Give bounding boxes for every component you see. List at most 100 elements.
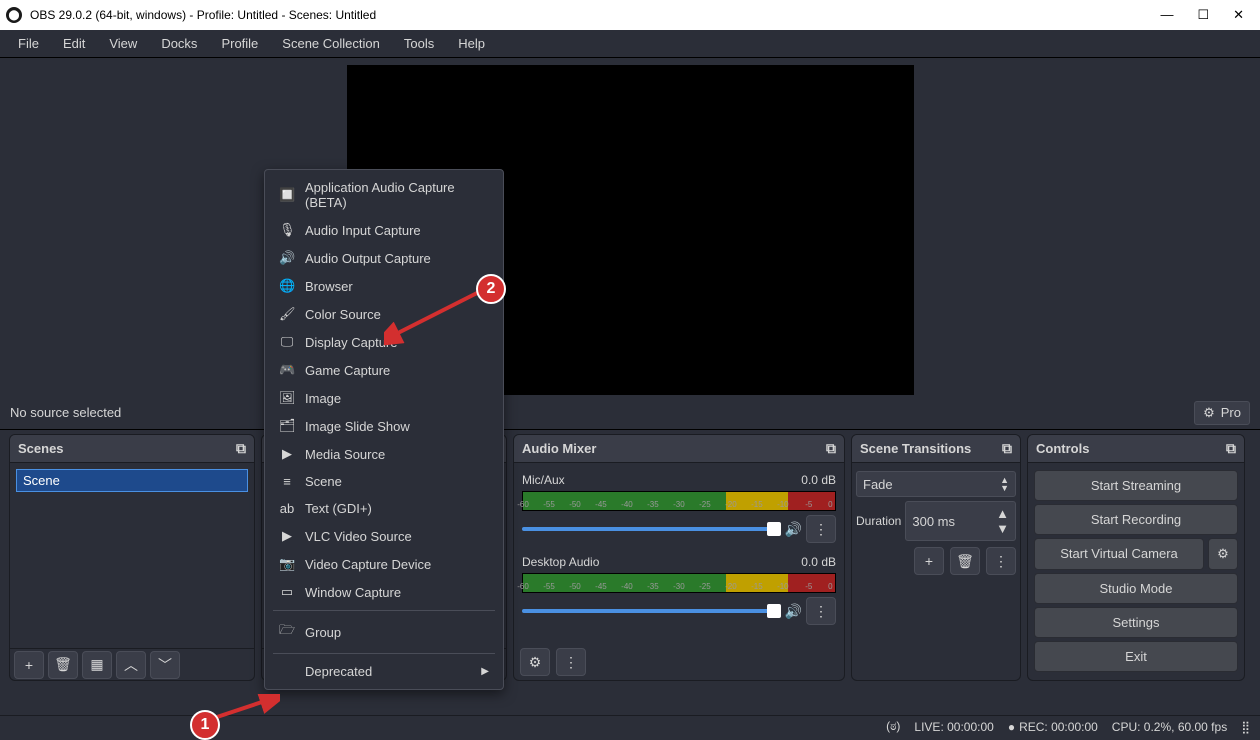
menu-edit[interactable]: Edit <box>51 32 97 55</box>
mixer-menu-button[interactable]: ⋮ <box>556 648 586 676</box>
transitions-panel: Scene Transitions ⧉ Fade ▲▼ Duration 300… <box>851 434 1021 681</box>
record-dot-icon: ● <box>1008 720 1015 734</box>
menu-help[interactable]: Help <box>446 32 497 55</box>
menu-file[interactable]: File <box>6 32 51 55</box>
menu-docks[interactable]: Docks <box>149 32 209 55</box>
annotation-step-1: 1 <box>190 710 220 740</box>
gear-icon: ⚙ <box>1203 405 1215 421</box>
menu-item-application-audio-capture-beta-[interactable]: 🔲Application Audio Capture (BETA) <box>265 174 503 216</box>
scenes-remove-button[interactable]: 🗑 <box>48 651 78 679</box>
menu-profile[interactable]: Profile <box>209 32 270 55</box>
settings-button[interactable]: Settings <box>1034 607 1238 638</box>
menu-item-window-capture[interactable]: ▭Window Capture <box>265 578 503 606</box>
exit-button[interactable]: Exit <box>1034 641 1238 672</box>
audio-channel-name: Desktop Audio <box>522 555 801 569</box>
transitions-title: Scene Transitions <box>860 441 971 456</box>
duration-label: Duration <box>856 514 901 528</box>
menu-item-audio-input-capture[interactable]: 🎙Audio Input Capture <box>265 216 503 244</box>
menu-item-image[interactable]: 🖼Image <box>265 384 503 412</box>
menu-separator <box>273 653 495 654</box>
menu-view[interactable]: View <box>97 32 149 55</box>
menu-item-label: Audio Input Capture <box>305 223 421 238</box>
scenes-up-button[interactable]: ︿ <box>116 651 146 679</box>
menu-item-label: Browser <box>305 279 353 294</box>
statusbar: (ಠ) LIVE: 00:00:00 ●REC: 00:00:00 CPU: 0… <box>0 715 1260 737</box>
annotation-step-2: 2 <box>476 274 506 304</box>
updown-icon: ▲▼ <box>1000 476 1009 492</box>
menu-item-vlc-video-source[interactable]: ▶VLC Video Source <box>265 522 503 550</box>
audio-options-button[interactable]: ⋮ <box>806 515 836 543</box>
submenu-arrow-icon: ▶ <box>481 666 489 677</box>
menu-item-group[interactable]: 🗁Group <box>265 615 503 649</box>
menu-item-label: Application Audio Capture (BETA) <box>305 180 489 210</box>
menu-item-scene[interactable]: ≡Scene <box>265 468 503 495</box>
folder-icon: 🗁 <box>279 621 295 643</box>
menu-item-image-slide-show[interactable]: 🗂Image Slide Show <box>265 412 503 440</box>
obs-logo-icon: ⬤ <box>6 7 22 23</box>
play-icon: ▶ <box>279 446 295 462</box>
start-recording-button[interactable]: Start Recording <box>1034 504 1238 535</box>
menu-tools[interactable]: Tools <box>392 32 446 55</box>
scenes-undock-icon[interactable]: ⧉ <box>236 440 246 457</box>
menubar: File Edit View Docks Profile Scene Colle… <box>0 30 1260 58</box>
scenes-add-button[interactable]: + <box>14 651 44 679</box>
list-icon: ≡ <box>279 474 295 489</box>
speaker-icon: 🔊 <box>279 250 295 266</box>
no-source-label: No source selected <box>10 405 121 420</box>
controls-title: Controls <box>1036 441 1089 456</box>
menu-item-label: Media Source <box>305 447 385 462</box>
camera-icon: 📷 <box>279 556 295 572</box>
window-titlebar: ⬤ OBS 29.0.2 (64-bit, windows) - Profile… <box>0 0 1260 30</box>
controls-panel: Controls ⧉ Start Streaming Start Recordi… <box>1027 434 1245 681</box>
audio-options-button[interactable]: ⋮ <box>806 597 836 625</box>
mute-button[interactable]: 🔊 <box>785 603 802 620</box>
transitions-undock-icon[interactable]: ⧉ <box>1002 440 1012 457</box>
audio-channel-level: 0.0 dB <box>801 555 836 569</box>
audio-channel: Mic/Aux0.0 dB-60-55-50-45-40-35-30-25-20… <box>518 471 840 543</box>
audio-channel: Desktop Audio0.0 dB-60-55-50-45-40-35-30… <box>518 553 840 625</box>
status-grip-icon: ⣿ <box>1241 720 1250 734</box>
transition-select[interactable]: Fade ▲▼ <box>856 471 1016 497</box>
vcam-settings-button[interactable]: ⚙ <box>1208 538 1238 570</box>
window-title: OBS 29.0.2 (64-bit, windows) - Profile: … <box>30 8 1160 22</box>
mixer-undock-icon[interactable]: ⧉ <box>826 440 836 457</box>
scenes-down-button[interactable]: ﹀ <box>150 651 180 679</box>
transition-remove-button[interactable]: 🗑 <box>950 547 980 575</box>
start-virtual-camera-button[interactable]: Start Virtual Camera <box>1034 538 1204 570</box>
menu-item-label: Image <box>305 391 341 406</box>
minimize-button[interactable]: — <box>1160 7 1173 23</box>
updown-icon: ▲▼ <box>996 506 1009 536</box>
volume-slider[interactable] <box>522 609 781 613</box>
properties-button[interactable]: ⚙ Pro <box>1194 401 1250 425</box>
menu-item-game-capture[interactable]: 🎮Game Capture <box>265 356 503 384</box>
transition-props-button[interactable]: ⋮ <box>986 547 1016 575</box>
panels-row: Scenes ⧉ Scene + 🗑 ▦ ︿ ﹀ Sources ⧉ + 🗑 ⚙… <box>0 430 1260 685</box>
menu-item-video-capture-device[interactable]: 📷Video Capture Device <box>265 550 503 578</box>
menu-item-audio-output-capture[interactable]: 🔊Audio Output Capture <box>265 244 503 272</box>
maximize-button[interactable]: ☐ <box>1197 7 1209 23</box>
scenes-filter-button[interactable]: ▦ <box>82 651 112 679</box>
monitor-icon: 🖵 <box>279 334 295 350</box>
menu-scene-collection[interactable]: Scene Collection <box>270 32 392 55</box>
globe-icon: 🌐 <box>279 278 295 294</box>
mute-button[interactable]: 🔊 <box>785 521 802 538</box>
scenes-panel: Scenes ⧉ Scene + 🗑 ▦ ︿ ﹀ <box>9 434 255 681</box>
scene-item-selected[interactable]: Scene <box>16 469 248 492</box>
menu-item-text-gdi-[interactable]: abText (GDI+) <box>265 495 503 522</box>
duration-input[interactable]: 300 ms ▲▼ <box>905 501 1016 541</box>
audio-channel-name: Mic/Aux <box>522 473 801 487</box>
controls-undock-icon[interactable]: ⧉ <box>1226 440 1236 457</box>
transition-add-button[interactable]: + <box>914 547 944 575</box>
close-button[interactable]: ✕ <box>1233 7 1244 23</box>
mixer-advanced-button[interactable]: ⚙ <box>520 648 550 676</box>
annotation-arrow-1 <box>210 694 280 724</box>
window-icon: ▭ <box>279 584 295 600</box>
menu-item-deprecated[interactable]: Deprecated ▶ <box>265 658 503 685</box>
studio-mode-button[interactable]: Studio Mode <box>1034 573 1238 604</box>
slideshow-icon: 🗂 <box>279 418 295 434</box>
start-streaming-button[interactable]: Start Streaming <box>1034 470 1238 501</box>
play-icon: ▶ <box>279 528 295 544</box>
menu-item-media-source[interactable]: ▶ Media Source <box>265 440 503 468</box>
menu-item-label: Deprecated <box>305 664 372 679</box>
volume-slider[interactable] <box>522 527 781 531</box>
